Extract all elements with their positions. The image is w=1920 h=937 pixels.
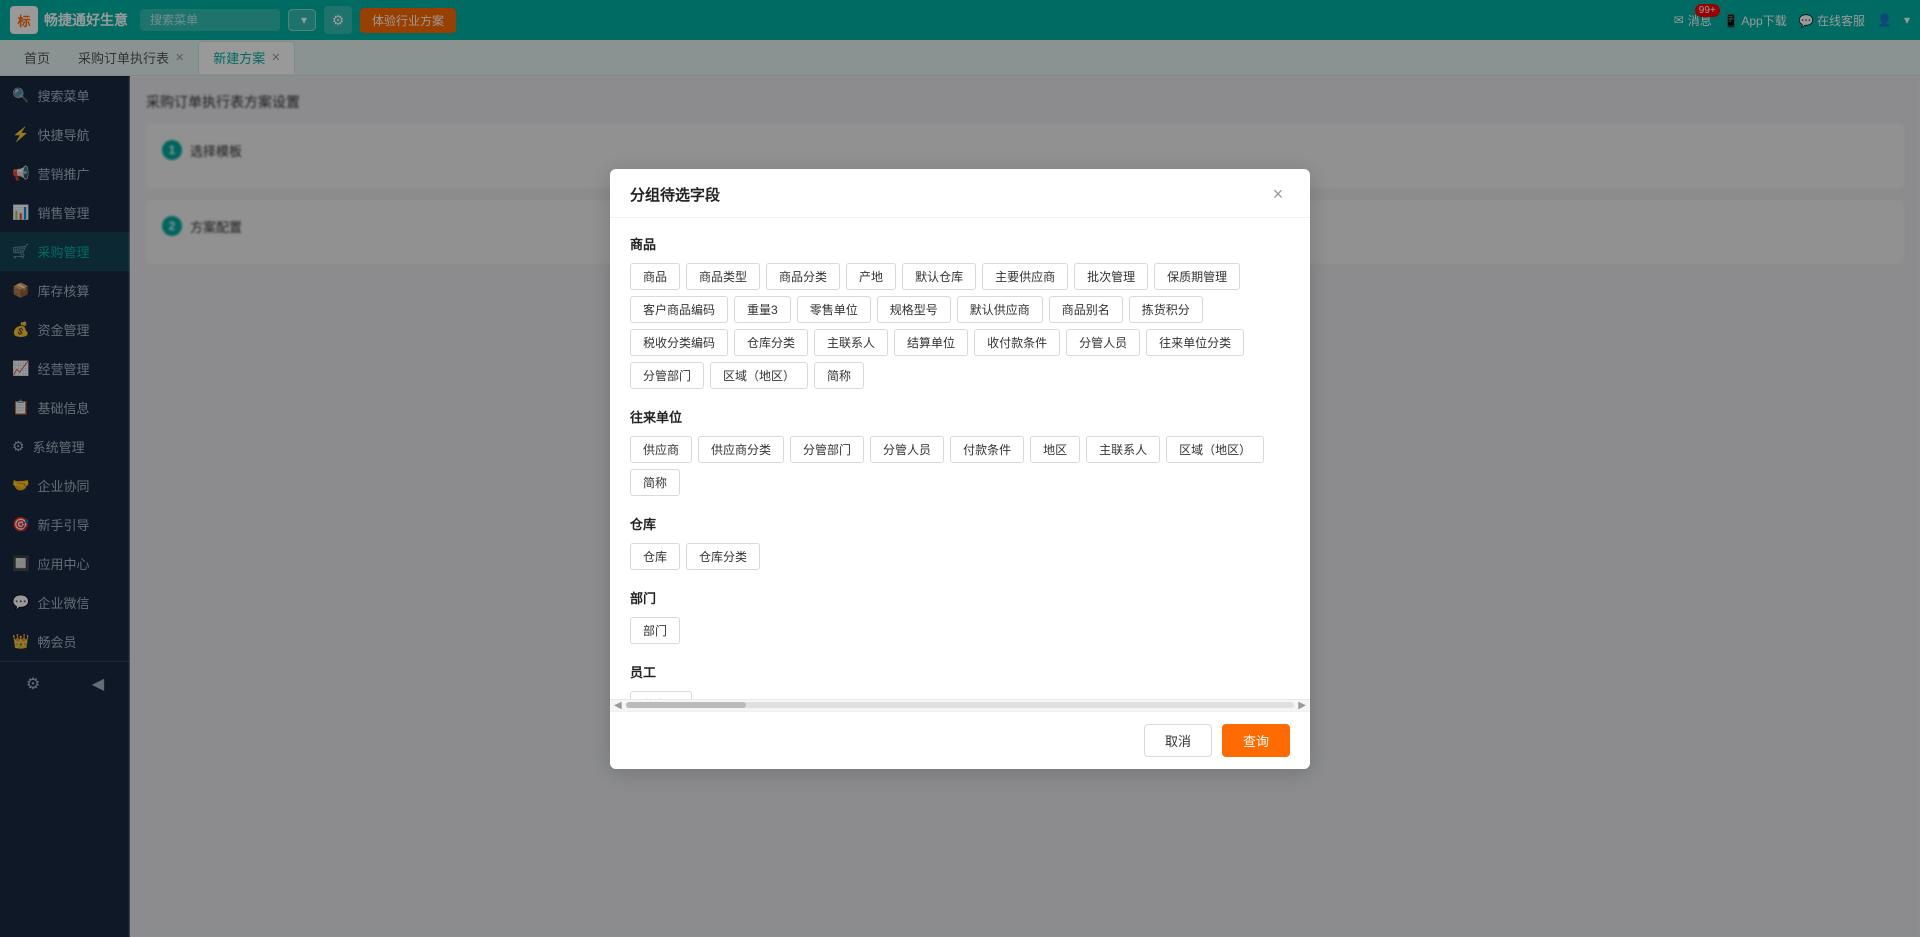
field-tag[interactable]: 结算单位: [894, 329, 968, 356]
section-warehouse-title: 仓库: [630, 514, 1290, 533]
hscroll-track: [626, 702, 1295, 708]
cancel-button[interactable]: 取消: [1144, 724, 1212, 757]
field-tag[interactable]: 商品分类: [766, 263, 840, 290]
field-tag[interactable]: 业务员: [630, 691, 692, 699]
field-tag[interactable]: 主联系人: [814, 329, 888, 356]
scroll-right-arrow[interactable]: ▶: [1298, 700, 1306, 711]
field-tag[interactable]: 产地: [846, 263, 896, 290]
confirm-button[interactable]: 查询: [1222, 724, 1290, 757]
field-tag[interactable]: 主要供应商: [982, 263, 1068, 290]
field-tag[interactable]: 地区: [1030, 436, 1080, 463]
field-tag[interactable]: 拣货积分: [1129, 296, 1203, 323]
field-tag[interactable]: 商品类型: [686, 263, 760, 290]
section-warehouse: 仓库 仓库 仓库分类: [630, 514, 1290, 570]
field-tag[interactable]: 保质期管理: [1154, 263, 1240, 290]
field-tag[interactable]: 仓库分类: [686, 543, 760, 570]
field-select-modal: 分组待选字段 × 商品 商品 商品类型 商品分类 产地 默认仓库 主要供应商 批…: [610, 169, 1310, 769]
employee-tags: 业务员: [630, 691, 1290, 699]
goods-tags: 商品 商品类型 商品分类 产地 默认仓库 主要供应商 批次管理 保质期管理 客户…: [630, 263, 1290, 389]
field-tag[interactable]: 区域（地区）: [1166, 436, 1264, 463]
field-tag[interactable]: 仓库分类: [734, 329, 808, 356]
field-tag[interactable]: 商品: [630, 263, 680, 290]
field-tag[interactable]: 客户商品编码: [630, 296, 728, 323]
modal-footer: 取消 查询: [610, 711, 1310, 769]
modal-header: 分组待选字段 ×: [610, 169, 1310, 218]
modal-body: 商品 商品 商品类型 商品分类 产地 默认仓库 主要供应商 批次管理 保质期管理…: [610, 218, 1310, 699]
field-tag[interactable]: 部门: [630, 617, 680, 644]
field-tag[interactable]: 简称: [814, 362, 864, 389]
modal-close-btn[interactable]: ×: [1266, 183, 1290, 207]
field-tag[interactable]: 付款条件: [950, 436, 1024, 463]
partner-tags: 供应商 供应商分类 分管部门 分管人员 付款条件 地区 主联系人 区域（地区） …: [630, 436, 1290, 496]
modal-title: 分组待选字段: [630, 184, 720, 205]
modal-hscrollbar[interactable]: ◀ ▶: [610, 699, 1310, 711]
section-goods-title: 商品: [630, 234, 1290, 253]
field-tag[interactable]: 主联系人: [1086, 436, 1160, 463]
warehouse-tags: 仓库 仓库分类: [630, 543, 1290, 570]
field-tag[interactable]: 默认供应商: [957, 296, 1043, 323]
field-tag[interactable]: 分管部门: [630, 362, 704, 389]
section-employee: 员工 业务员: [630, 662, 1290, 699]
field-tag[interactable]: 商品别名: [1049, 296, 1123, 323]
field-tag[interactable]: 分管部门: [790, 436, 864, 463]
field-tag[interactable]: 收付款条件: [974, 329, 1060, 356]
field-tag[interactable]: 供应商: [630, 436, 692, 463]
field-tag[interactable]: 重量3: [734, 296, 791, 323]
section-partner-title: 往来单位: [630, 407, 1290, 426]
field-tag[interactable]: 简称: [630, 469, 680, 496]
modal-overlay: 分组待选字段 × 商品 商品 商品类型 商品分类 产地 默认仓库 主要供应商 批…: [0, 0, 1920, 937]
department-tags: 部门: [630, 617, 1290, 644]
section-goods: 商品 商品 商品类型 商品分类 产地 默认仓库 主要供应商 批次管理 保质期管理…: [630, 234, 1290, 389]
field-tag[interactable]: 税收分类编码: [630, 329, 728, 356]
field-tag[interactable]: 规格型号: [877, 296, 951, 323]
field-tag[interactable]: 区域（地区）: [710, 362, 808, 389]
field-tag[interactable]: 默认仓库: [902, 263, 976, 290]
field-tag[interactable]: 分管人员: [1066, 329, 1140, 356]
section-employee-title: 员工: [630, 662, 1290, 681]
field-tag[interactable]: 零售单位: [797, 296, 871, 323]
hscroll-thumb: [626, 702, 746, 708]
scroll-left-arrow[interactable]: ◀: [614, 700, 622, 711]
field-tag[interactable]: 分管人员: [870, 436, 944, 463]
section-department: 部门 部门: [630, 588, 1290, 644]
field-tag[interactable]: 批次管理: [1074, 263, 1148, 290]
section-department-title: 部门: [630, 588, 1290, 607]
field-tag[interactable]: 仓库: [630, 543, 680, 570]
section-partner: 往来单位 供应商 供应商分类 分管部门 分管人员 付款条件 地区 主联系人 区域…: [630, 407, 1290, 496]
field-tag[interactable]: 供应商分类: [698, 436, 784, 463]
field-tag[interactable]: 往来单位分类: [1146, 329, 1244, 356]
